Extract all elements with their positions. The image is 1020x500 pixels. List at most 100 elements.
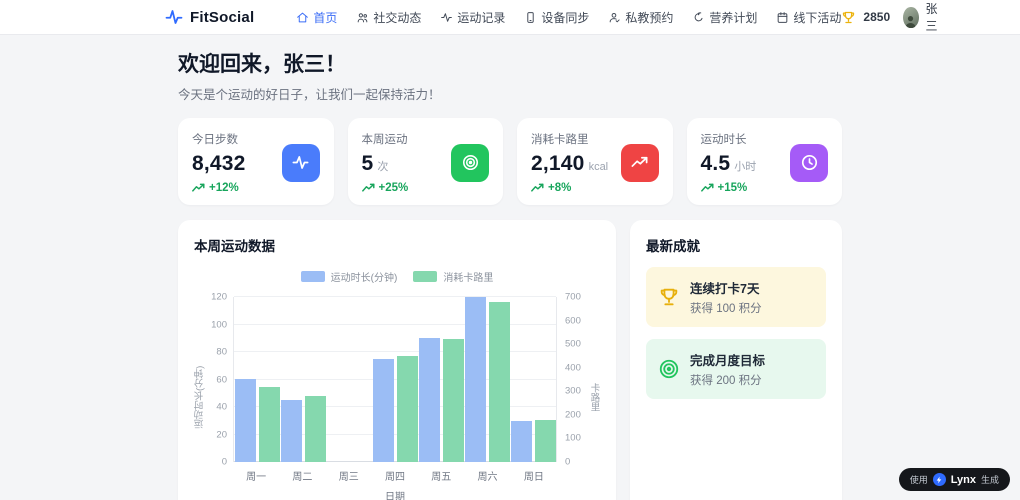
nav-item-workouts[interactable]: 运动记录 bbox=[440, 9, 505, 26]
x-tick-label: 周日 bbox=[523, 472, 544, 483]
nav-item-device-sync[interactable]: 设备同步 bbox=[524, 9, 589, 26]
weekly-chart-card: 本周运动数据 运动时长(分钟) 消耗卡路里 运动时长(分钟) 0 20 40 60 80 1… bbox=[178, 220, 616, 500]
x-tick-label: 周五 bbox=[431, 472, 452, 483]
trend-up-icon bbox=[700, 183, 714, 193]
coach-icon bbox=[608, 11, 621, 24]
badge-suffix: 生成 bbox=[980, 475, 999, 485]
device-icon bbox=[524, 11, 537, 24]
stat-label: 本周运动 bbox=[361, 134, 408, 146]
bar-group bbox=[464, 297, 510, 462]
y-tick-label: 80 bbox=[216, 346, 227, 358]
bar-group bbox=[418, 338, 464, 462]
chart-legend: 运动时长(分钟) 消耗卡路里 bbox=[194, 269, 600, 284]
trending-up-icon bbox=[620, 143, 659, 182]
achievement-title: 完成月度目标 bbox=[690, 354, 766, 368]
y-axis-title-right: 卡路里 bbox=[588, 383, 600, 412]
nav-label: 营养计划 bbox=[709, 10, 758, 25]
badge-prefix: 使用 bbox=[909, 475, 928, 485]
pulse-logo-icon bbox=[165, 8, 183, 26]
y-tick-label: 500 bbox=[565, 338, 581, 350]
page-subtitle: 今天是个运动的好日子，让我们一起保持活力！ bbox=[178, 88, 441, 102]
stat-trend: +12% bbox=[192, 182, 250, 194]
nav-item-home[interactable]: 首页 bbox=[296, 9, 337, 26]
y-tick-label: 20 bbox=[216, 429, 227, 440]
nav-item-nutrition[interactable]: 营养计划 bbox=[692, 9, 757, 26]
y-tick-label: 60 bbox=[216, 374, 227, 385]
nav-item-coach[interactable]: 私教预约 bbox=[608, 9, 673, 26]
y-tick-label: 0 bbox=[565, 456, 571, 468]
stat-label: 运动时长 bbox=[700, 134, 747, 146]
stat-card-calories[interactable]: 消耗卡路里 2,140 kcal +8% bbox=[517, 118, 673, 205]
stat-card-duration[interactable]: 运动时长 4.5 小时 +15% bbox=[686, 118, 842, 205]
user-area: 2850 张三 bbox=[841, 0, 943, 34]
stat-card-workouts[interactable]: 本周运动 5 次 +25% bbox=[347, 118, 503, 205]
achievement-item-streak[interactable]: 连续打卡7天 获得 100 积分 bbox=[646, 267, 826, 327]
trophy-icon bbox=[841, 10, 856, 25]
nav-label: 社交动态 bbox=[373, 10, 422, 25]
achievement-subtitle: 获得 200 积分 bbox=[690, 375, 762, 387]
achievements-card: 最新成就 连续打卡7天 获得 100 积分 完成月度目标 获得 200 积分 bbox=[630, 220, 842, 500]
stat-trend: +8% bbox=[531, 182, 608, 194]
y-tick-label: 100 bbox=[565, 432, 581, 444]
badge-brand: Lynx bbox=[950, 473, 976, 486]
bar bbox=[442, 339, 464, 462]
y-axis-title-left: 运动时长(分钟) bbox=[194, 365, 206, 430]
activity-icon bbox=[281, 143, 320, 182]
achievement-item-monthly-goal[interactable]: 完成月度目标 获得 200 积分 bbox=[646, 339, 826, 399]
y-tick-label: 100 bbox=[211, 319, 227, 330]
y-tick-label: 300 bbox=[565, 385, 581, 397]
x-axis-labels: 周一 周二 周三 周四 周五 周六 周日 bbox=[233, 468, 557, 483]
nav-label: 设备同步 bbox=[541, 10, 590, 25]
main-nav: 首页 社交动态 运动记录 设备同步 私教预约 营养计划 线下活动 bbox=[296, 9, 841, 26]
bar-group bbox=[372, 356, 418, 462]
bar-group bbox=[280, 396, 326, 462]
activity-icon bbox=[440, 11, 453, 24]
y-tick-label: 120 bbox=[211, 291, 227, 303]
avatar[interactable] bbox=[903, 6, 919, 28]
page-title: 欢迎回来，张三！ bbox=[178, 53, 346, 76]
hero-section: 欢迎回来，张三！ 今天是个运动的好日子，让我们一起保持活力！ bbox=[178, 48, 842, 103]
legend-swatch bbox=[413, 271, 438, 282]
x-tick-label: 周四 bbox=[384, 472, 405, 483]
achievements-title: 最新成就 bbox=[646, 239, 700, 254]
nav-label: 运动记录 bbox=[457, 10, 506, 25]
y-tick-label: 700 bbox=[565, 291, 581, 303]
clock-icon bbox=[790, 143, 828, 182]
main-row: 本周运动数据 运动时长(分钟) 消耗卡路里 运动时长(分钟) 0 20 40 60 80 1… bbox=[178, 220, 842, 500]
x-tick-label: 周一 bbox=[246, 472, 267, 483]
stat-card-steps[interactable]: 今日步数 8,432 +12% bbox=[178, 118, 334, 205]
trend-up-icon bbox=[192, 183, 205, 193]
y-tick-label: 200 bbox=[565, 409, 581, 421]
stat-unit: 次 bbox=[377, 161, 389, 173]
users-icon bbox=[356, 11, 369, 24]
points-count: 2850 bbox=[863, 10, 891, 24]
y-tick-label: 0 bbox=[221, 456, 227, 468]
plot-area bbox=[233, 296, 557, 462]
trophy-icon bbox=[658, 286, 680, 308]
stat-label: 今日步数 bbox=[192, 134, 238, 146]
y-tick-label: 400 bbox=[565, 362, 581, 374]
bar bbox=[258, 387, 280, 462]
legend-item: 消耗卡路里 bbox=[413, 269, 493, 284]
bar bbox=[510, 421, 532, 462]
nav-item-events[interactable]: 线下活动 bbox=[776, 9, 841, 26]
stats-row: 今日步数 8,432 +12% 本周运动 5 次 +25% 消耗卡路里 2,14… bbox=[178, 118, 842, 205]
bar bbox=[418, 338, 440, 462]
page-content: 欢迎回来，张三！ 今天是个运动的好日子，让我们一起保持活力！ 今日步数 8,43… bbox=[178, 35, 842, 500]
trend-up-icon bbox=[531, 183, 544, 193]
lynx-logo-icon bbox=[932, 473, 946, 486]
stat-value: 2,140 bbox=[531, 152, 585, 175]
stat-trend: +15% bbox=[700, 182, 757, 194]
stat-value: 4.5 bbox=[700, 152, 731, 175]
y-axis-right: 0 100 200 300 400 500 600 700 bbox=[557, 292, 587, 468]
bar-group bbox=[234, 379, 280, 462]
nav-item-social[interactable]: 社交动态 bbox=[356, 9, 421, 26]
x-tick-label: 周六 bbox=[477, 472, 498, 483]
nav-label: 线下活动 bbox=[793, 10, 842, 25]
stat-unit: 小时 bbox=[734, 161, 757, 173]
top-navbar: FitSocial 首页 社交动态 运动记录 设备同步 私教预约 营养计划 线下… bbox=[0, 0, 1020, 35]
user-name[interactable]: 张三 bbox=[926, 0, 944, 34]
target-icon bbox=[658, 358, 680, 380]
brand-logo[interactable]: FitSocial bbox=[165, 8, 254, 26]
generator-badge[interactable]: 使用 Lynx 生成 bbox=[898, 468, 1010, 491]
